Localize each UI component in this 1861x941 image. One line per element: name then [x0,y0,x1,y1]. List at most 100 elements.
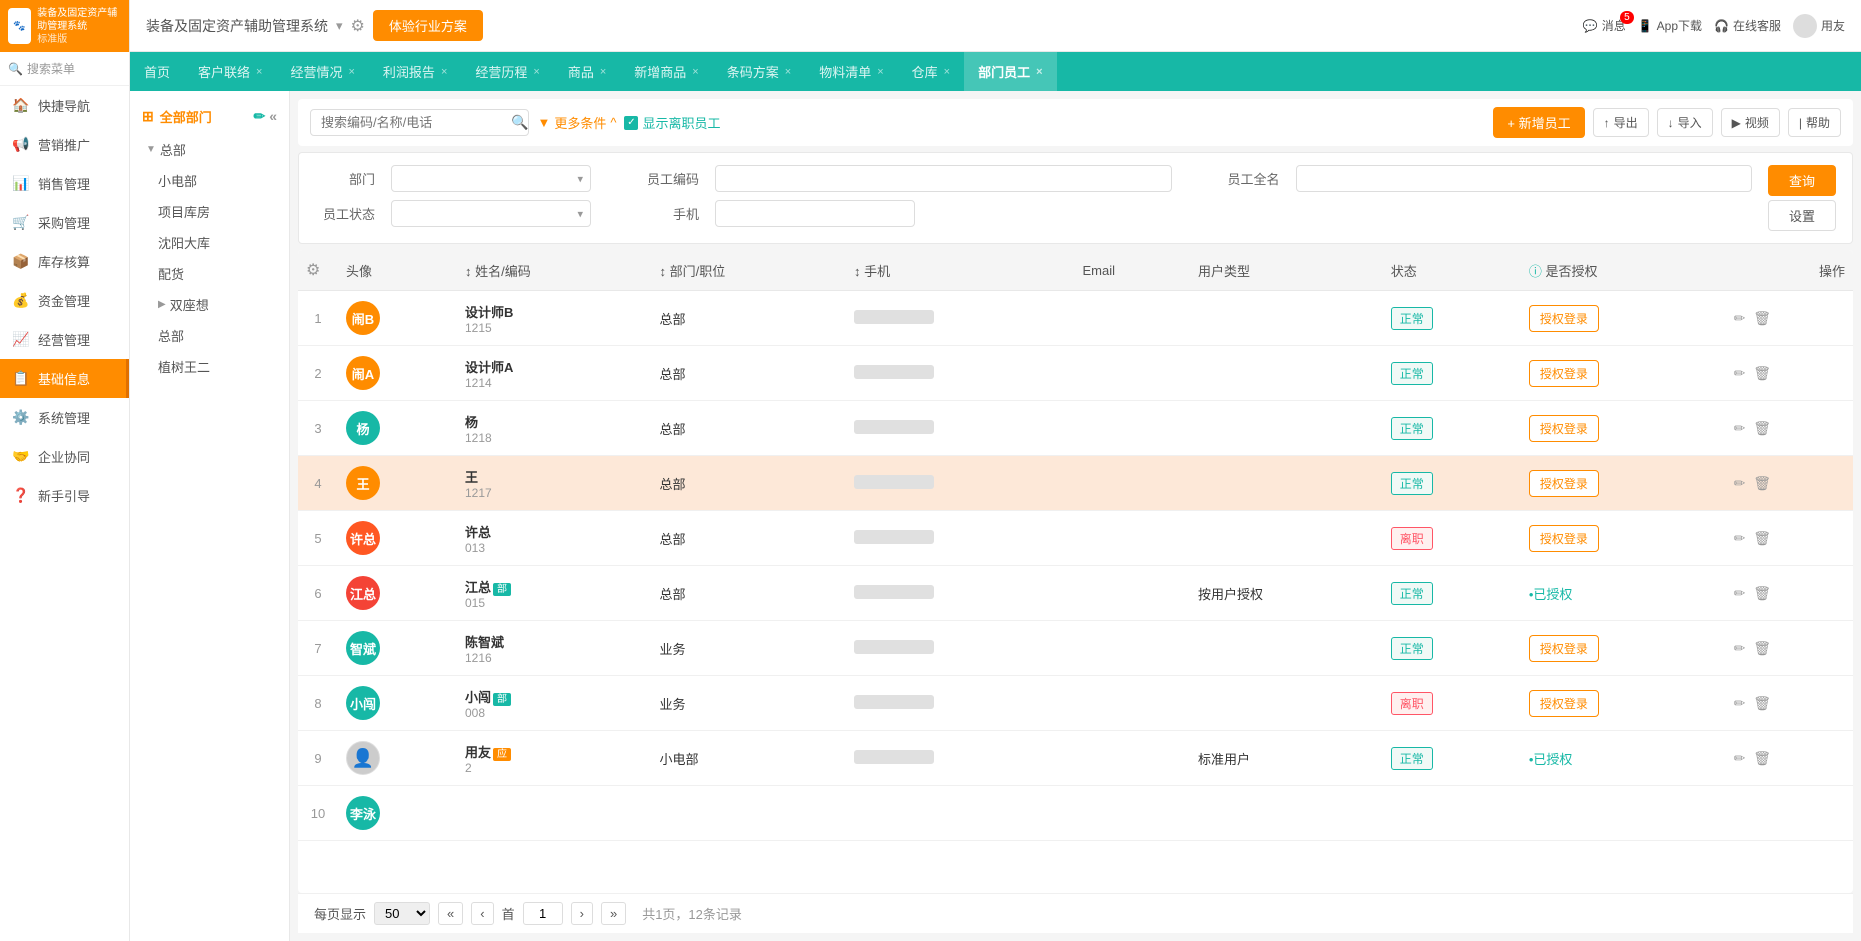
close-new-goods-tab[interactable]: × [692,66,698,78]
prev-page-btn[interactable]: ‹ [471,902,493,925]
edit-icon[interactable]: ✏ [1734,365,1746,382]
delete-icon[interactable]: 🗑 [1753,365,1771,382]
emp-name-input[interactable] [1296,165,1753,192]
delete-icon[interactable]: 🗑 [1753,695,1771,712]
app-download-btn[interactable]: 📱 App下载 [1638,17,1702,34]
reset-btn[interactable]: 设置 [1768,200,1836,231]
trial-btn[interactable]: 体验行业方案 [373,10,483,41]
phone-input[interactable] [715,200,915,227]
edit-icon[interactable]: ✏ [1734,475,1746,492]
dept-node-shuangzuoxiang[interactable]: ▶ 双座想 [130,289,289,320]
auth-login-btn[interactable]: 授权登录 [1529,360,1599,387]
auth-login-btn[interactable]: 授权登录 [1529,305,1599,332]
auth-login-btn[interactable]: 授权登录 [1529,690,1599,717]
tab-barcode[interactable]: 条码方案 × [713,52,805,91]
tab-history[interactable]: 经营历程 × [461,52,553,91]
collapse-dept-icon[interactable]: « [269,108,277,125]
tab-home[interactable]: 首页 [130,52,184,91]
emp-code-input[interactable] [715,165,1172,192]
tab-operations[interactable]: 经营情况 × [276,52,368,91]
export-btn[interactable]: ↑ 导出 [1593,108,1649,137]
sidebar-item-collab[interactable]: 🤝 企业协同 [0,437,129,476]
search-btn[interactable]: 🔍 [511,114,528,131]
dept-node-zhishu[interactable]: 植树王二 [130,351,289,382]
sidebar-item-shortcut[interactable]: 🏠 快捷导航 [0,86,129,125]
column-settings-icon[interactable]: ⚙ [306,262,320,279]
dept-node-shenyang[interactable]: 沈阳大库 [130,227,289,258]
tab-goods[interactable]: 商品 × [554,52,620,91]
message-btn[interactable]: 💬 消息 5 [1583,17,1626,34]
delete-icon[interactable]: 🗑 [1753,310,1771,327]
close-operations-tab[interactable]: × [348,66,354,78]
auth-login-btn[interactable]: 授权登录 [1529,415,1599,442]
dept-node-project-warehouse[interactable]: 项目库房 [130,196,289,227]
search-input[interactable] [311,110,511,135]
edit-icon[interactable]: ✏ [1734,750,1746,767]
close-profit-tab[interactable]: × [441,66,447,78]
tab-dept-staff[interactable]: 部门员工 × [964,52,1056,91]
auth-info-icon[interactable]: ⓘ [1529,264,1542,279]
sidebar-item-operations[interactable]: 📈 经营管理 [0,320,129,359]
dept-node-hq[interactable]: 总部 [130,320,289,351]
edit-icon[interactable]: ✏ [1734,585,1746,602]
tab-customer[interactable]: 客户联络 × [184,52,276,91]
last-page-btn[interactable]: » [601,902,626,925]
delete-icon[interactable]: 🗑 [1753,475,1771,492]
close-dept-tab[interactable]: × [1036,66,1042,78]
page-input[interactable] [523,902,563,925]
edit-dept-icon[interactable]: ✏ [253,108,265,125]
close-bom-tab[interactable]: × [877,66,883,78]
dept-header-icons: ✏ « [253,108,277,125]
per-page-select[interactable]: 50 100 [374,902,430,925]
sidebar-search[interactable]: 🔍 搜索菜单 [0,52,129,86]
delete-icon[interactable]: 🗑 [1753,640,1771,657]
dept-select[interactable] [391,165,591,192]
tab-bom[interactable]: 物料清单 × [805,52,897,91]
next-page-btn[interactable]: › [571,902,593,925]
edit-icon[interactable]: ✏ [1734,640,1746,657]
settings-icon[interactable]: ⚙ [351,16,365,36]
tab-profit[interactable]: 利润报告 × [369,52,461,91]
edit-icon[interactable]: ✏ [1734,695,1746,712]
edit-icon[interactable]: ✏ [1734,420,1746,437]
online-service-btn[interactable]: 🎧 在线客服 [1714,17,1781,34]
user-avatar[interactable]: 用友 [1793,14,1845,38]
dept-node-headquarters[interactable]: ▼ 总部 [130,134,289,165]
tab-new-goods[interactable]: 新增商品 × [620,52,712,91]
sidebar-item-finance[interactable]: 💰 资金管理 [0,281,129,320]
close-history-tab[interactable]: × [533,66,539,78]
first-page-btn[interactable]: « [438,902,463,925]
add-employee-btn[interactable]: + 新增员工 [1493,107,1584,138]
query-btn[interactable]: 查询 [1768,165,1836,196]
emp-status-select[interactable] [391,200,591,227]
auth-login-btn[interactable]: 授权登录 [1529,470,1599,497]
title-dropdown-icon[interactable]: ▾ [336,18,343,34]
sidebar-item-sales[interactable]: 📊 销售管理 [0,164,129,203]
sidebar-item-inventory[interactable]: 📦 库存核算 [0,242,129,281]
close-goods-tab[interactable]: × [600,66,606,78]
dept-node-small-electric[interactable]: 小电部 [130,165,289,196]
sidebar-item-basic[interactable]: 📋 基础信息 [0,359,129,398]
dept-node-distribution[interactable]: 配货 [130,258,289,289]
delete-icon[interactable]: 🗑 [1753,420,1771,437]
close-warehouse-tab[interactable]: × [944,66,950,78]
view-btn[interactable]: ▶ 视频 [1721,108,1780,137]
sidebar-item-marketing[interactable]: 📢 营销推广 [0,125,129,164]
sidebar-item-system[interactable]: ⚙️ 系统管理 [0,398,129,437]
import-btn[interactable]: ↓ 导入 [1657,108,1713,137]
help-btn[interactable]: | 帮助 [1788,108,1841,137]
delete-icon[interactable]: 🗑 [1753,530,1771,547]
edit-icon[interactable]: ✏ [1734,530,1746,547]
sidebar-item-purchase[interactable]: 🛒 采购管理 [0,203,129,242]
auth-login-btn[interactable]: 授权登录 [1529,525,1599,552]
delete-icon[interactable]: 🗑 [1753,750,1771,767]
auth-login-btn[interactable]: 授权登录 [1529,635,1599,662]
tab-warehouse[interactable]: 仓库 × [898,52,964,91]
more-filter-btn[interactable]: ▼ 更多条件 ^ [537,113,616,132]
close-customer-tab[interactable]: × [256,66,262,78]
close-barcode-tab[interactable]: × [785,66,791,78]
show-resigned-toggle[interactable]: ✓ 显示离职员工 [624,113,720,132]
edit-icon[interactable]: ✏ [1734,310,1746,327]
delete-icon[interactable]: 🗑 [1753,585,1771,602]
sidebar-item-guide[interactable]: ❓ 新手引导 [0,476,129,515]
